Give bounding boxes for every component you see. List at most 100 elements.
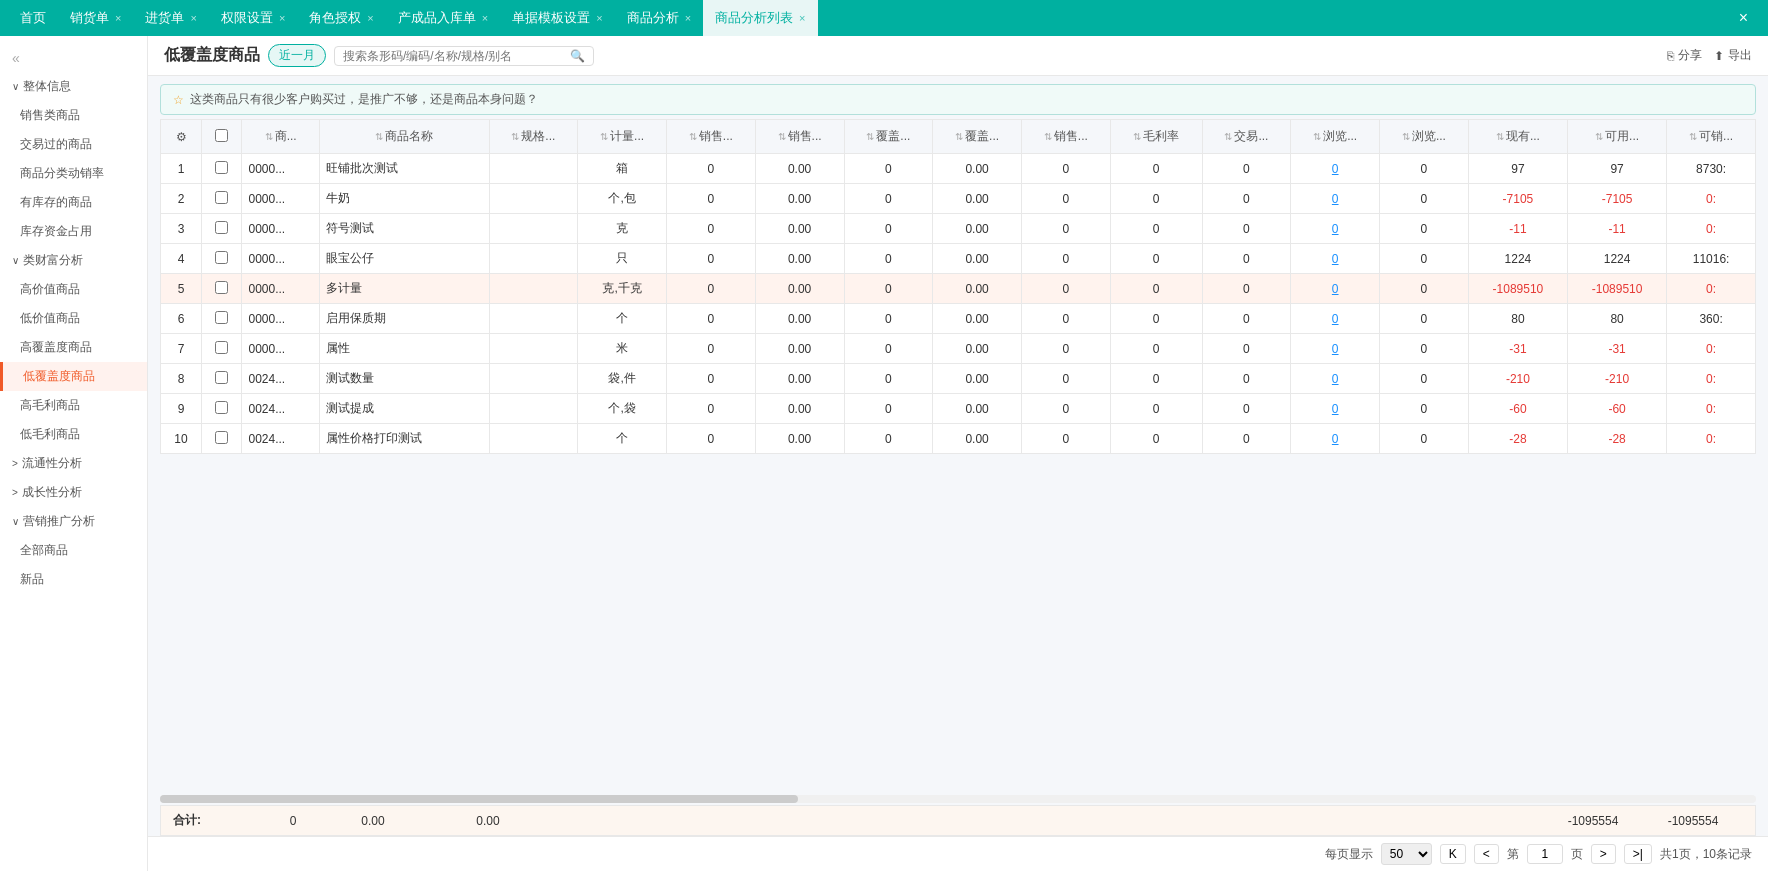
nav-item-permission[interactable]: 权限设置 × xyxy=(209,0,297,36)
row-checkbox[interactable] xyxy=(202,424,242,454)
sidebar-item-stock-capital[interactable]: 库存资金占用 xyxy=(0,217,147,246)
arrow-icon: > xyxy=(12,458,18,469)
nav-item-role[interactable]: 角色授权 × xyxy=(297,0,385,36)
prev-page-button[interactable]: < xyxy=(1474,844,1499,864)
col-checkbox[interactable] xyxy=(202,120,242,154)
row-browse1[interactable]: 0 xyxy=(1291,334,1380,364)
sidebar-item-stock-goods[interactable]: 有库存的商品 xyxy=(0,188,147,217)
sidebar-growth-section[interactable]: > 成长性分析 xyxy=(0,478,147,507)
window-close-button[interactable]: × xyxy=(1727,9,1760,27)
close-icon[interactable]: × xyxy=(685,12,691,24)
row-saleable: 0: xyxy=(1667,334,1756,364)
close-icon[interactable]: × xyxy=(482,12,488,24)
sidebar-item-low-coverage[interactable]: 低覆盖度商品 xyxy=(0,362,147,391)
content-area: 低覆盖度商品 近一月 🔍 ⎘ 分享 ⬆ 导出 ☆ 这类商品只有很少客户购买过，是… xyxy=(148,36,1768,871)
star-icon: ☆ xyxy=(173,93,184,107)
sidebar-item-high-value[interactable]: 高价值商品 xyxy=(0,275,147,304)
sidebar-marketing-section[interactable]: ∨ 营销推广分析 xyxy=(0,507,147,536)
close-icon[interactable]: × xyxy=(367,12,373,24)
nav-item-template[interactable]: 单据模板设置 × xyxy=(500,0,614,36)
row-checkbox[interactable] xyxy=(202,364,242,394)
select-all-checkbox[interactable] xyxy=(215,129,228,142)
scrollbar-thumb[interactable] xyxy=(160,795,798,803)
nav-item-home[interactable]: 首页 xyxy=(8,0,58,36)
row-checkbox[interactable] xyxy=(202,184,242,214)
row-checkbox[interactable] xyxy=(202,154,242,184)
search-input[interactable] xyxy=(343,49,566,63)
export-button[interactable]: ⬆ 导出 xyxy=(1714,47,1752,64)
next-page-button[interactable]: > xyxy=(1591,844,1616,864)
row-sales-amt: 0.00 xyxy=(755,364,844,394)
row-num: 9 xyxy=(161,394,202,424)
row-cov2: 0.00 xyxy=(933,184,1022,214)
first-page-button[interactable]: K xyxy=(1440,844,1466,864)
row-checkbox[interactable] xyxy=(202,394,242,424)
row-browse1[interactable]: 0 xyxy=(1291,184,1380,214)
row-checkbox[interactable] xyxy=(202,244,242,274)
row-browse1[interactable]: 0 xyxy=(1291,424,1380,454)
col-gear[interactable]: ⚙ xyxy=(161,120,202,154)
row-sales3: 0 xyxy=(1022,154,1111,184)
row-unit: 只 xyxy=(578,244,667,274)
row-current: 1224 xyxy=(1468,244,1567,274)
sidebar-item-low-margin[interactable]: 低毛利商品 xyxy=(0,420,147,449)
sidebar-item-high-coverage[interactable]: 高覆盖度商品 xyxy=(0,333,147,362)
row-browse1[interactable]: 0 xyxy=(1291,364,1380,394)
row-sales-qty: 0 xyxy=(667,364,756,394)
row-browse1[interactable]: 0 xyxy=(1291,244,1380,274)
sidebar-item-low-value[interactable]: 低价值商品 xyxy=(0,304,147,333)
time-filter-button[interactable]: 近一月 xyxy=(268,44,326,67)
col-unit: ⇅计量... xyxy=(578,120,667,154)
nav-item-finished[interactable]: 产成品入库单 × xyxy=(386,0,500,36)
row-current: 80 xyxy=(1468,304,1567,334)
row-transaction: 0 xyxy=(1202,214,1291,244)
page-size-select[interactable]: 50 100 200 xyxy=(1381,843,1432,865)
nav-item-analysis-list[interactable]: 商品分析列表 × xyxy=(703,0,817,36)
nav-item-analysis[interactable]: 商品分析 × xyxy=(615,0,703,36)
sidebar-item-traded-goods[interactable]: 交易过的商品 xyxy=(0,130,147,159)
row-checkbox[interactable] xyxy=(202,214,242,244)
close-icon[interactable]: × xyxy=(279,12,285,24)
info-banner: ☆ 这类商品只有很少客户购买过，是推广不够，还是商品本身问题？ xyxy=(160,84,1756,115)
close-icon[interactable]: × xyxy=(190,12,196,24)
row-browse1[interactable]: 0 xyxy=(1291,394,1380,424)
sidebar-overall-header[interactable]: « xyxy=(0,44,147,72)
row-spec xyxy=(489,274,578,304)
row-browse2: 0 xyxy=(1380,154,1469,184)
row-unit: 克 xyxy=(578,214,667,244)
row-browse1[interactable]: 0 xyxy=(1291,274,1380,304)
sidebar-item-category-rate[interactable]: 商品分类动销率 xyxy=(0,159,147,188)
row-spec xyxy=(489,304,578,334)
col-transaction: ⇅交易... xyxy=(1202,120,1291,154)
last-page-button[interactable]: >| xyxy=(1624,844,1652,864)
row-checkbox[interactable] xyxy=(202,304,242,334)
sidebar-overall-section[interactable]: ∨ 整体信息 xyxy=(0,72,147,101)
close-icon[interactable]: × xyxy=(115,12,121,24)
horizontal-scrollbar[interactable] xyxy=(160,795,1756,803)
row-unit: 个,包 xyxy=(578,184,667,214)
row-margin: 0 xyxy=(1110,334,1202,364)
collapse-button[interactable]: « xyxy=(12,50,20,66)
row-browse1[interactable]: 0 xyxy=(1291,154,1380,184)
sidebar-item-new-goods[interactable]: 新品 xyxy=(0,565,147,594)
row-spec xyxy=(489,334,578,364)
page-input[interactable] xyxy=(1527,844,1563,864)
row-transaction: 0 xyxy=(1202,244,1291,274)
row-checkbox[interactable] xyxy=(202,274,242,304)
row-checkbox[interactable] xyxy=(202,334,242,364)
close-icon[interactable]: × xyxy=(596,12,602,24)
nav-item-purchase[interactable]: 进货单 × xyxy=(133,0,208,36)
share-button[interactable]: ⎘ 分享 xyxy=(1667,47,1702,64)
sidebar-item-all-goods[interactable]: 全部商品 xyxy=(0,536,147,565)
nav-item-sales[interactable]: 销货单 × xyxy=(58,0,133,36)
sidebar-category-section[interactable]: ∨ 类财富分析 xyxy=(0,246,147,275)
sidebar-item-high-margin[interactable]: 高毛利商品 xyxy=(0,391,147,420)
row-browse1[interactable]: 0 xyxy=(1291,304,1380,334)
row-sales-qty: 0 xyxy=(667,274,756,304)
gear-icon[interactable]: ⚙ xyxy=(176,130,187,144)
sidebar-item-sales-goods[interactable]: 销售类商品 xyxy=(0,101,147,130)
sidebar-flow-section[interactable]: > 流通性分析 xyxy=(0,449,147,478)
row-browse1[interactable]: 0 xyxy=(1291,214,1380,244)
close-icon[interactable]: × xyxy=(799,12,805,24)
row-num: 5 xyxy=(161,274,202,304)
